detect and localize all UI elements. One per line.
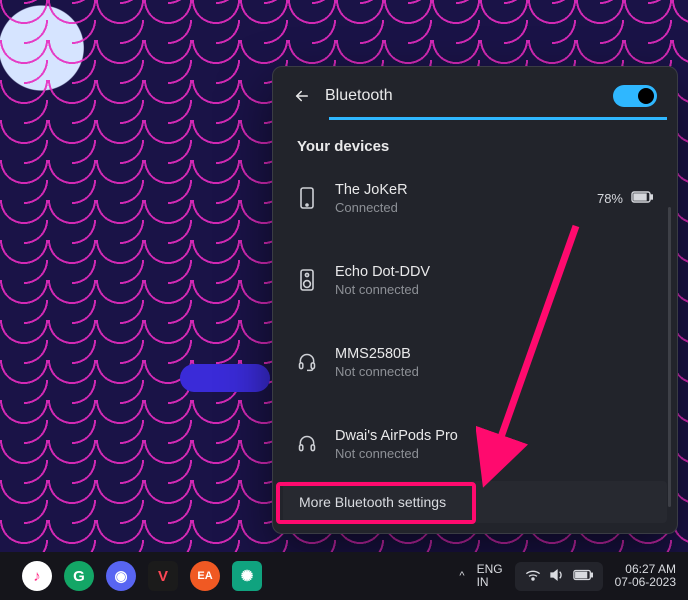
app-music[interactable]: ♪ [22, 561, 52, 591]
device-status: Not connected [335, 446, 458, 461]
wifi-icon [525, 569, 541, 584]
tray-overflow-icon[interactable]: ^ [459, 570, 464, 582]
more-bluetooth-settings-label: More Bluetooth settings [299, 494, 446, 510]
headphones-icon [297, 434, 317, 454]
taskbar: ♪ G ◉ V EA ✺ ^ ENG IN 06:27 AM 07-06-2023 [0, 552, 688, 600]
device-item[interactable]: MMS2580B Not connected [281, 327, 669, 397]
language-bottom: IN [477, 576, 503, 589]
app-ea[interactable]: EA [190, 561, 220, 591]
bluetooth-toggle[interactable] [613, 85, 657, 107]
clock[interactable]: 06:27 AM 07-06-2023 [615, 563, 676, 589]
device-name: Dwai's AirPods Pro [335, 428, 458, 444]
phone-icon [297, 187, 317, 209]
device-status: Connected [335, 200, 408, 215]
language-switcher[interactable]: ENG IN [477, 563, 503, 589]
device-item[interactable]: Echo Dot-DDV Not connected [281, 245, 669, 315]
app-valorant[interactable]: V [148, 561, 178, 591]
device-name: Echo Dot-DDV [335, 264, 430, 280]
back-icon[interactable] [293, 87, 311, 105]
section-title-your-devices: Your devices [273, 120, 677, 163]
device-name: MMS2580B [335, 346, 419, 362]
flyout-scrollbar[interactable] [668, 207, 671, 507]
clock-date: 07-06-2023 [615, 576, 676, 589]
headset-icon [297, 352, 317, 372]
device-status: Not connected [335, 364, 419, 379]
device-item[interactable]: Dwai's AirPods Pro Not connected [281, 409, 669, 479]
device-name: The JoKeR [335, 182, 408, 198]
flyout-title: Bluetooth [325, 87, 599, 105]
device-item[interactable]: The JoKeR Connected 78% [281, 163, 669, 233]
volume-icon [549, 568, 565, 585]
bluetooth-flyout: Bluetooth Your devices The JoKeR Connect… [272, 66, 678, 534]
device-status: Not connected [335, 282, 430, 297]
battery-icon [573, 569, 593, 584]
more-bluetooth-settings-button[interactable]: More Bluetooth settings [283, 481, 667, 523]
device-list: The JoKeR Connected 78% Echo Dot-DDV Not… [273, 163, 677, 479]
battery-icon [631, 191, 653, 206]
speaker-icon [297, 269, 317, 291]
system-tray[interactable] [515, 562, 603, 591]
battery-percent: 78% [597, 191, 623, 206]
app-discord[interactable]: ◉ [106, 561, 136, 591]
app-grammarly[interactable]: G [64, 561, 94, 591]
app-chatgpt[interactable]: ✺ [232, 561, 262, 591]
taskbar-pinned-apps: ♪ G ◉ V EA ✺ [0, 561, 262, 591]
wallpaper-accent [180, 364, 270, 392]
desktop: Bluetooth Your devices The JoKeR Connect… [0, 0, 688, 600]
